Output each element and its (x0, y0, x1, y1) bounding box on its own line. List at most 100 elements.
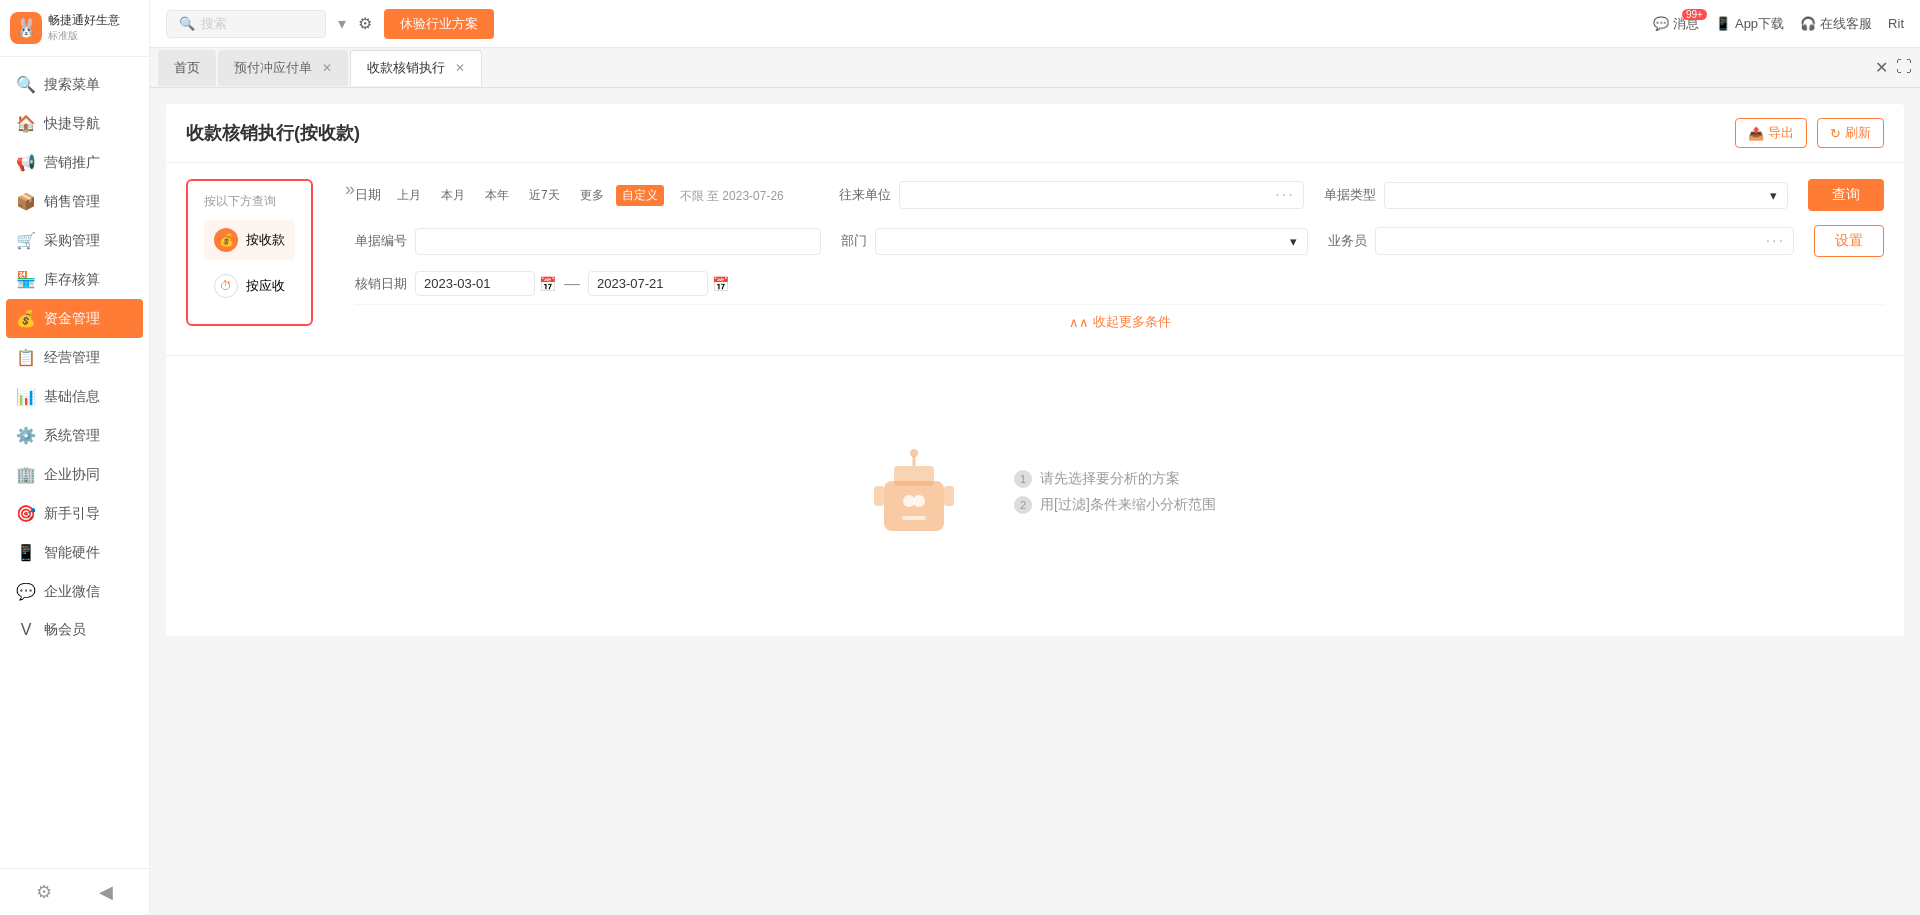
online-service-button[interactable]: 🎧 在线客服 (1800, 15, 1872, 33)
sidebar-label-wechat: 企业微信 (44, 583, 100, 601)
svg-point-3 (913, 495, 925, 507)
sidebar-item-hardware[interactable]: 📱 智能硬件 (0, 533, 149, 572)
tabbar: 首页 预付冲应付单 ✕ 收款核销执行 ✕ ✕ ⛶ (150, 48, 1920, 88)
doc-no-input[interactable] (415, 228, 821, 255)
sidebar-item-inventory[interactable]: 🏪库存核算 (0, 260, 149, 299)
topbar-right: 💬 消息 99+ 📱 App下载 🎧 在线客服 Rit (1653, 15, 1904, 33)
tabbar-right: ✕ ⛶ (1875, 58, 1912, 77)
counterparty-label: 往来单位 (839, 186, 891, 204)
date-tab-custom[interactable]: 自定义 (616, 185, 664, 206)
filter-by-receivable[interactable]: ⏱ 按应收 (204, 266, 295, 306)
date-tab-this-month[interactable]: 本月 (433, 185, 473, 206)
collapse-sidebar-icon[interactable]: ◀ (99, 881, 113, 903)
writeoff-date-start-input[interactable] (415, 271, 535, 296)
sidebar-label-system: 系统管理 (44, 427, 100, 445)
sidebar-bottom: ⚙ ◀ (0, 868, 149, 915)
hardware-icon: 📱 (16, 543, 36, 562)
refresh-button[interactable]: ↻ 刷新 (1817, 118, 1884, 148)
sidebar-label-search: 搜索菜单 (44, 76, 100, 94)
sidebar-label-business: 经营管理 (44, 349, 100, 367)
sidebar-item-marketing[interactable]: 📢营销推广 (0, 143, 149, 182)
sidebar-logo: 🐰 畅捷通好生意 标准版 (0, 0, 149, 57)
date-field: 日期 上月 本月 本年 近7天 更多 自定义 不限 至 2023-07-26 (355, 185, 819, 206)
industry-solution-button[interactable]: 休验行业方案 (384, 9, 494, 39)
doc-no-field: 单据编号 (355, 228, 821, 255)
search-placeholder: 搜索 (201, 15, 227, 33)
date-tab-7days[interactable]: 近7天 (521, 185, 568, 206)
writeoff-date-end-input[interactable] (588, 271, 708, 296)
date-tab-last-month[interactable]: 上月 (389, 185, 429, 206)
salesperson-more-icon[interactable]: ··· (1766, 232, 1785, 250)
setting-button[interactable]: 设置 (1814, 225, 1884, 257)
collapse-more-button[interactable]: ∧∧ 收起更多条件 (355, 304, 1884, 339)
calendar-start-icon[interactable]: 📅 (539, 276, 556, 292)
sidebar-item-member[interactable]: V畅会员 (0, 611, 149, 649)
sidebar-item-search[interactable]: 🔍搜索菜单 (0, 65, 149, 104)
gear-icon[interactable]: ⚙ (358, 14, 372, 33)
wechat-icon: 💬 (16, 582, 36, 601)
sidebar-item-corp[interactable]: 🏢企业协同 (0, 455, 149, 494)
finance-icon: 💰 (16, 309, 36, 328)
empty-illustration (854, 436, 974, 556)
calendar-end-icon[interactable]: 📅 (712, 276, 729, 292)
page-actions: 📤 导出 ↻ 刷新 (1735, 118, 1884, 148)
close-receipt-tab-icon[interactable]: ✕ (455, 61, 465, 75)
doc-type-field: 单据类型 ▾ (1324, 182, 1788, 209)
search-icon: 🔍 (179, 16, 195, 31)
salesperson-label: 业务员 (1328, 232, 1367, 250)
filter-row-1: 日期 上月 本月 本年 近7天 更多 自定义 不限 至 2023-07-26 (355, 179, 1884, 211)
counterparty-more-icon[interactable]: ··· (1275, 186, 1294, 204)
filter-left-title: 按以下方查询 (204, 193, 295, 210)
sidebar-item-business[interactable]: 📋经营管理 (0, 338, 149, 377)
system-icon: ⚙️ (16, 426, 36, 445)
doc-no-label: 单据编号 (355, 232, 407, 250)
svg-rect-1 (894, 466, 934, 486)
sidebar-item-sales[interactable]: 📦销售管理 (0, 182, 149, 221)
date-label: 日期 (355, 186, 381, 204)
filter-row-3: 核销日期 📅 — 📅 (355, 271, 1884, 296)
user-profile[interactable]: Rit (1888, 16, 1904, 31)
sidebar-menu: 🔍搜索菜单🏠快捷导航📢营销推广📦销售管理🛒采购管理🏪库存核算💰资金管理📋经营管理… (0, 57, 149, 868)
guide-icon: 🎯 (16, 504, 36, 523)
sidebar-label-purchase: 采购管理 (44, 232, 100, 250)
close-all-tabs-icon[interactable]: ✕ (1875, 58, 1888, 77)
message-badge: 99+ (1682, 9, 1707, 20)
chevron-down-icon[interactable]: ▾ (338, 14, 346, 33)
settings-icon[interactable]: ⚙ (36, 881, 52, 903)
sidebar-label-hardware: 智能硬件 (44, 544, 100, 562)
app-download-button[interactable]: 📱 App下载 (1715, 15, 1784, 33)
writeoff-date-field: 核销日期 📅 — 📅 (355, 271, 1884, 296)
sidebar-item-quicknav[interactable]: 🏠快捷导航 (0, 104, 149, 143)
close-prepay-tab-icon[interactable]: ✕ (322, 61, 332, 75)
sidebar-item-system[interactable]: ⚙️ 系统管理 (0, 416, 149, 455)
sidebar-item-finance[interactable]: 💰资金管理 (6, 299, 143, 338)
sidebar-label-inventory: 库存核算 (44, 271, 100, 289)
query-button[interactable]: 查询 (1808, 179, 1884, 211)
date-range-separator: — (564, 275, 580, 293)
tab-prepay[interactable]: 预付冲应付单 ✕ (218, 50, 348, 86)
receipt-option-icon: 💰 (214, 228, 238, 252)
dept-select[interactable]: ▾ (875, 228, 1307, 255)
dept-label: 部门 (841, 232, 867, 250)
topbar-search[interactable]: 🔍 搜索 (166, 10, 326, 38)
maximize-icon[interactable]: ⛶ (1896, 58, 1912, 77)
chevron-down-doc-type-icon: ▾ (1770, 188, 1777, 203)
collapse-filter-panel-button[interactable]: » (345, 179, 355, 200)
message-button[interactable]: 💬 消息 99+ (1653, 15, 1699, 33)
sidebar-item-wechat[interactable]: 💬 企业微信 (0, 572, 149, 611)
sidebar-item-purchase[interactable]: 🛒采购管理 (0, 221, 149, 260)
export-button[interactable]: 📤 导出 (1735, 118, 1807, 148)
sidebar-item-basic[interactable]: 📊基础信息 (0, 377, 149, 416)
date-tab-more[interactable]: 更多 (572, 185, 612, 206)
svg-rect-0 (884, 481, 944, 531)
doc-type-select[interactable]: ▾ (1384, 182, 1788, 209)
filter-by-receipt[interactable]: 💰 按收款 (204, 220, 295, 260)
quicknav-icon: 🏠 (16, 114, 36, 133)
tab-receipt[interactable]: 收款核销执行 ✕ (350, 50, 482, 86)
member-icon: V (16, 621, 36, 639)
sidebar-item-guide[interactable]: 🎯新手引导 (0, 494, 149, 533)
filter-fields: 日期 上月 本月 本年 近7天 更多 自定义 不限 至 2023-07-26 (355, 179, 1884, 339)
tab-home[interactable]: 首页 (158, 50, 216, 86)
date-tab-this-year[interactable]: 本年 (477, 185, 517, 206)
writeoff-date-range: 📅 — 📅 (415, 271, 729, 296)
